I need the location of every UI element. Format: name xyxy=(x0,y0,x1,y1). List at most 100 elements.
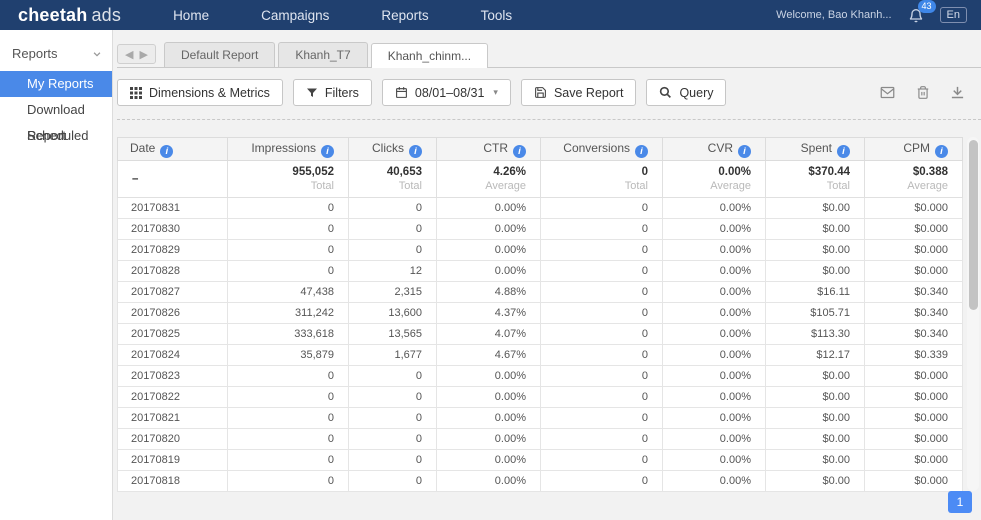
language-selector[interactable]: En xyxy=(939,7,967,23)
table-cell: $0.00 xyxy=(765,470,865,492)
info-icon[interactable]: i xyxy=(513,144,526,158)
mail-report-button[interactable] xyxy=(879,85,896,100)
table-cell: 0 xyxy=(227,218,349,240)
nav-item-campaigns[interactable]: Campaigns xyxy=(261,8,329,23)
column-header-ctr: CTR i xyxy=(436,137,541,161)
download-report-button[interactable] xyxy=(950,85,965,100)
table-cell: 0 xyxy=(227,449,349,471)
table-cell: 0 xyxy=(540,470,663,492)
table-cell: 20170826 xyxy=(117,302,228,324)
table-cell: 311,242 xyxy=(227,302,349,324)
tab-default-report[interactable]: Default Report xyxy=(163,42,276,67)
chevron-left-icon[interactable]: ◀ xyxy=(125,48,133,61)
table-cell: 0.00% xyxy=(662,344,766,366)
table-header-row: Date i Impressions i Clicks i CTR i Conversions i… xyxy=(117,137,963,161)
sidebar-item-download-report[interactable]: Download Report xyxy=(0,97,112,143)
table-cell: $16.11 xyxy=(765,281,865,303)
table-cell: 13,565 xyxy=(348,323,437,345)
info-icon[interactable]: i xyxy=(935,144,948,158)
sidebar-item-my-reports[interactable]: My Reports xyxy=(0,71,112,97)
table-cell: $0.00 xyxy=(765,239,865,261)
column-label: Impressions xyxy=(251,140,316,155)
table-cell: 0 xyxy=(540,407,663,429)
totals-value: 40,653 xyxy=(386,166,422,178)
column-header-impressions: Impressions i xyxy=(227,137,349,161)
totals-cell: $370.44 Total xyxy=(765,160,865,198)
table-cell: 0 xyxy=(540,344,663,366)
info-icon[interactable]: i xyxy=(409,144,422,158)
table-cell: 12 xyxy=(348,260,437,282)
table-cell: 0 xyxy=(348,197,437,219)
navbar-right: Welcome, Bao Khanh... 43 En xyxy=(776,0,967,23)
column-label: Spent xyxy=(800,140,832,155)
brand-bold: cheetah xyxy=(18,4,88,25)
table-cell: 0.00% xyxy=(436,365,541,387)
dimensions-metrics-button[interactable]: Dimensions & Metrics xyxy=(117,79,283,106)
scrollbar-thumb[interactable] xyxy=(968,140,978,310)
nav-item-tools[interactable]: Tools xyxy=(481,8,513,23)
table-cell: 4.37% xyxy=(436,302,541,324)
table-cell: $0.00 xyxy=(765,218,865,240)
notifications-button[interactable]: 43 xyxy=(908,0,936,23)
table-cell: 0 xyxy=(227,365,349,387)
info-icon[interactable]: i xyxy=(837,144,850,158)
totals-value: 4.26% xyxy=(493,166,526,178)
table-cell: $0.000 xyxy=(864,470,963,492)
totals-value: 0 xyxy=(641,166,648,178)
table-cell: 4.07% xyxy=(436,323,541,345)
table-cell: 0 xyxy=(227,407,349,429)
table-cell: 0.00% xyxy=(436,197,541,219)
info-icon[interactable]: i xyxy=(738,144,751,158)
table-cell: $0.00 xyxy=(765,407,865,429)
save-report-button[interactable]: Save Report xyxy=(520,79,637,106)
funnel-icon xyxy=(306,88,317,97)
totals-cell: 0.00% Average xyxy=(662,160,766,198)
query-label: Query xyxy=(679,85,714,100)
tab-khanh-t7[interactable]: Khanh_T7 xyxy=(278,42,368,67)
nav-item-home[interactable]: Home xyxy=(173,8,209,23)
table-row: 20170823 0 0 0.00% 0 0.00% $0.00 $0.000 xyxy=(117,365,963,387)
grid-icon xyxy=(130,86,142,99)
pagination-page-1[interactable]: 1 xyxy=(948,491,972,513)
delete-report-button[interactable] xyxy=(916,85,930,100)
table-totals-row: – 955,052 Total 40,653 Total 4.26% Average 0 Tot… xyxy=(117,160,963,198)
totals-sublabel: Average xyxy=(710,180,751,192)
totals-sublabel: Average xyxy=(485,180,526,192)
sidebar-group-reports[interactable]: Reports xyxy=(0,30,112,71)
table-cell: $12.17 xyxy=(765,344,865,366)
info-icon[interactable]: i xyxy=(321,144,334,158)
table-cell: $0.000 xyxy=(864,260,963,282)
filters-button[interactable]: Filters xyxy=(292,79,372,106)
nav-item-reports[interactable]: Reports xyxy=(381,8,428,23)
table-cell: 0 xyxy=(540,260,663,282)
totals-cell: $0.388 Average xyxy=(864,160,963,198)
totals-cell: 955,052 Total xyxy=(227,160,349,198)
table-cell: $0.000 xyxy=(864,197,963,219)
info-icon[interactable]: i xyxy=(160,144,174,158)
report-tab-bar: ◀ ▶ Default Report Khanh_T7 Khanh_chinm.… xyxy=(117,42,981,68)
table-cell: 0 xyxy=(227,428,349,450)
table-cell: 0.00% xyxy=(436,239,541,261)
column-label: CTR xyxy=(483,140,508,155)
dimensions-metrics-label: Dimensions & Metrics xyxy=(149,85,270,100)
brand-logo[interactable]: cheetah ads xyxy=(18,5,121,26)
table-cell: $0.00 xyxy=(765,449,865,471)
query-button[interactable]: Query xyxy=(646,79,727,106)
chevron-right-icon[interactable]: ▶ xyxy=(139,48,147,61)
date-range-button[interactable]: 08/01–08/31 ▾ xyxy=(381,79,511,106)
table-scrollbar[interactable] xyxy=(967,137,979,491)
info-icon[interactable]: i xyxy=(635,144,648,158)
table-cell: 0 xyxy=(540,449,663,471)
table-cell: 0.00% xyxy=(662,470,766,492)
totals-value: – xyxy=(132,173,139,185)
welcome-text[interactable]: Welcome, Bao Khanh... xyxy=(776,9,891,21)
totals-sublabel: Total xyxy=(624,180,648,192)
table-row: 20170824 35,879 1,677 4.67% 0 0.00% $12.17 $0.3… xyxy=(117,344,963,366)
totals-value: $370.44 xyxy=(808,166,850,178)
table-cell: 4.67% xyxy=(436,344,541,366)
sidebar-item-scheduled[interactable]: Scheduled xyxy=(0,123,112,149)
table-cell: 0 xyxy=(227,260,349,282)
table-cell: 0.00% xyxy=(436,470,541,492)
tab-khanh-chinm[interactable]: Khanh_chinm... xyxy=(370,43,489,68)
table-cell: 20170820 xyxy=(117,428,228,450)
